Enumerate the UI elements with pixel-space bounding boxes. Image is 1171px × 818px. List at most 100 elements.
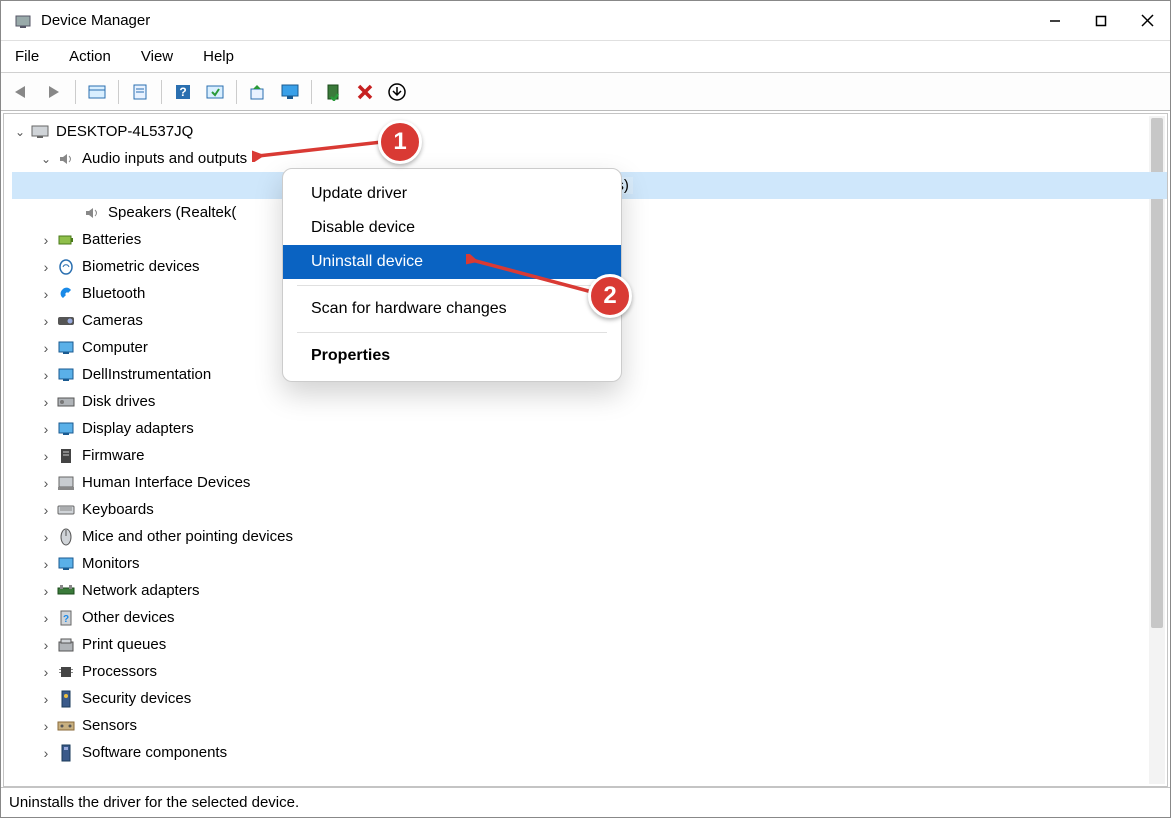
minimize-button[interactable] [1032,1,1078,41]
window-icon [13,11,33,31]
chevron-right-icon[interactable] [38,286,54,302]
speaker-icon [80,203,104,223]
menu-action[interactable]: Action [65,44,115,69]
chevron-right-icon[interactable] [38,664,54,680]
separator [161,80,162,104]
root-label: DESKTOP-4L537JQ [56,123,193,140]
battery-icon [54,230,78,250]
camera-icon [54,311,78,331]
tree-panel: DESKTOP-4L537JQ Audio inputs and outputs… [3,113,1168,787]
tree-category[interactable]: Network adapters [12,577,1167,604]
annotation-step-1: 1 [378,120,422,164]
disable-device-button[interactable] [350,77,380,107]
category-label: Processors [82,663,157,680]
ctx-disable-device[interactable]: Disable device [283,211,621,245]
back-button[interactable] [7,77,37,107]
computer-icon [28,122,52,142]
chevron-right-icon[interactable] [38,421,54,437]
maximize-button[interactable] [1078,1,1124,41]
chevron-right-icon[interactable] [38,556,54,572]
menu-file[interactable]: File [11,44,43,69]
unknown-device-icon: ? [54,608,78,628]
properties-button[interactable] [125,77,155,107]
help-button[interactable]: ? [168,77,198,107]
tree-category[interactable]: Processors [12,658,1167,685]
chevron-right-icon[interactable] [38,745,54,761]
scan-hardware-button[interactable] [200,77,230,107]
chevron-right-icon[interactable] [38,475,54,491]
tree-category[interactable]: Sensors [12,712,1167,739]
chevron-right-icon[interactable] [38,259,54,275]
tree-category[interactable]: Mice and other pointing devices [12,523,1167,550]
chevron-right-icon[interactable] [38,394,54,410]
chevron-right-icon[interactable] [38,583,54,599]
keyboard-icon [54,500,78,520]
update-driver-button[interactable] [243,77,273,107]
chevron-right-icon[interactable] [38,529,54,545]
tree-category[interactable]: Keyboards [12,496,1167,523]
monitor-icon [54,554,78,574]
tree-root[interactable]: DESKTOP-4L537JQ [12,118,1167,145]
printer-icon [54,635,78,655]
chevron-right-icon[interactable] [38,691,54,707]
chevron-right-icon[interactable] [38,448,54,464]
tree-category[interactable]: ?Other devices [12,604,1167,631]
window-controls [1032,1,1170,41]
category-label: Computer [82,339,148,356]
disk-icon [54,392,78,412]
separator [236,80,237,104]
device-manager-window: Device Manager File Action View Help ? [0,0,1171,818]
tree-category[interactable]: Print queues [12,631,1167,658]
enable-device-button[interactable] [318,77,348,107]
monitor-button[interactable] [275,77,305,107]
separator [311,80,312,104]
chevron-right-icon[interactable] [38,502,54,518]
menu-view[interactable]: View [137,44,177,69]
chevron-right-icon[interactable] [38,313,54,329]
close-button[interactable] [1124,1,1170,41]
show-hidden-button[interactable] [82,77,112,107]
separator [297,332,607,333]
hid-icon [54,473,78,493]
uninstall-device-button[interactable] [382,77,412,107]
monitor-icon [54,365,78,385]
tree-category[interactable]: Disk drives [12,388,1167,415]
chevron-right-icon[interactable] [38,367,54,383]
ctx-properties[interactable]: Properties [283,339,621,373]
svg-text:?: ? [63,614,69,625]
window-title: Device Manager [41,12,1032,29]
tree-category[interactable]: Human Interface Devices [12,469,1167,496]
chevron-right-icon[interactable] [38,610,54,626]
monitor-icon [54,338,78,358]
chevron-down-icon[interactable] [38,152,54,166]
chevron-right-icon[interactable] [38,232,54,248]
security-icon [54,689,78,709]
fingerprint-icon [54,257,78,277]
tree-category[interactable]: Security devices [12,685,1167,712]
tree-category[interactable]: Display adapters [12,415,1167,442]
chevron-right-icon[interactable] [38,718,54,734]
chevron-down-icon[interactable] [12,125,28,139]
tree-category[interactable]: Firmware [12,442,1167,469]
category-label: Biometric devices [82,258,200,275]
ctx-update-driver[interactable]: Update driver [283,177,621,211]
category-label: Bluetooth [82,285,145,302]
device-label: Speakers (Realtek( [108,204,236,221]
tree-category[interactable]: Monitors [12,550,1167,577]
cpu-icon [54,662,78,682]
forward-button[interactable] [39,77,69,107]
menubar: File Action View Help [1,41,1170,73]
chevron-right-icon[interactable] [38,637,54,653]
category-label: DellInstrumentation [82,366,211,383]
annotation-step-2: 2 [588,274,632,318]
tree-category[interactable]: Software components [12,739,1167,766]
sensor-icon [54,716,78,736]
category-label: Disk drives [82,393,155,410]
menu-help[interactable]: Help [199,44,238,69]
category-label: Keyboards [82,501,154,518]
titlebar: Device Manager [1,1,1170,41]
vertical-scrollbar[interactable] [1149,116,1165,784]
category-label: Cameras [82,312,143,329]
chevron-right-icon[interactable] [38,340,54,356]
category-label: Software components [82,744,227,761]
